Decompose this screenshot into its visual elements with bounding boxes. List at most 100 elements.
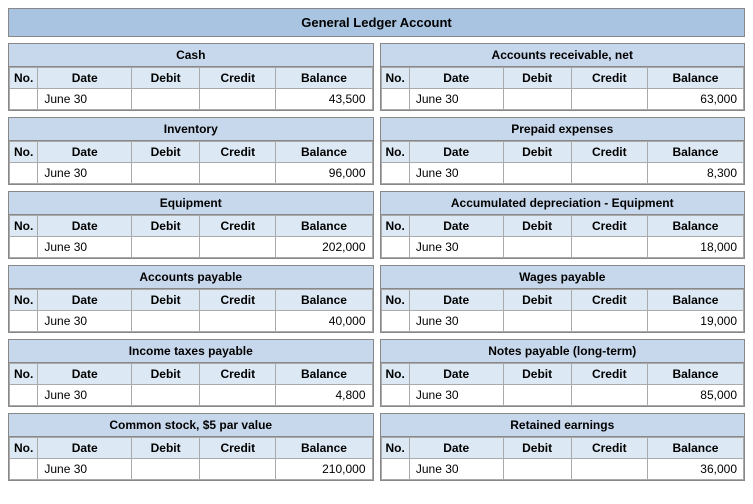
col-header-balance: Balance — [276, 364, 372, 385]
row-balance: 8,300 — [647, 163, 743, 184]
col-header-no: No. — [381, 142, 409, 163]
account-block-accumulated-depreciation: Accumulated depreciation - EquipmentNo.D… — [380, 191, 746, 259]
row-no — [381, 459, 409, 480]
row-credit — [571, 237, 647, 258]
col-header-no: No. — [381, 438, 409, 459]
row-debit — [132, 385, 200, 406]
row-credit — [571, 311, 647, 332]
row-no — [10, 385, 38, 406]
row-credit — [571, 385, 647, 406]
row-date: June 30 — [409, 311, 503, 332]
col-header-date: Date — [409, 364, 503, 385]
col-header-credit: Credit — [571, 290, 647, 311]
row-date: June 30 — [409, 89, 503, 110]
account-block-equipment: EquipmentNo.DateDebitCreditBalanceJune 3… — [8, 191, 374, 259]
account-block-retained-earnings: Retained earningsNo.DateDebitCreditBalan… — [380, 413, 746, 481]
row-debit — [503, 89, 571, 110]
col-header-debit: Debit — [132, 290, 200, 311]
row-date: June 30 — [38, 237, 132, 258]
col-header-debit: Debit — [503, 142, 571, 163]
row-credit — [571, 163, 647, 184]
row-debit — [503, 237, 571, 258]
account-title-prepaid-expenses: Prepaid expenses — [381, 118, 745, 141]
col-header-credit: Credit — [571, 438, 647, 459]
row-credit — [200, 311, 276, 332]
col-header-debit: Debit — [132, 364, 200, 385]
account-title-inventory: Inventory — [9, 118, 373, 141]
row-date: June 30 — [38, 459, 132, 480]
row-balance: 40,000 — [276, 311, 372, 332]
col-header-balance: Balance — [647, 364, 743, 385]
account-block-cash: CashNo.DateDebitCreditBalanceJune 3043,5… — [8, 43, 374, 111]
row-no — [381, 163, 409, 184]
row-date: June 30 — [409, 385, 503, 406]
account-title-accumulated-depreciation: Accumulated depreciation - Equipment — [381, 192, 745, 215]
account-table-inventory: No.DateDebitCreditBalanceJune 3096,000 — [9, 141, 373, 184]
col-header-credit: Credit — [200, 364, 276, 385]
row-balance: 96,000 — [276, 163, 372, 184]
row-balance: 63,000 — [647, 89, 743, 110]
col-header-no: No. — [10, 142, 38, 163]
col-header-debit: Debit — [503, 364, 571, 385]
row-debit — [503, 385, 571, 406]
account-table-equipment: No.DateDebitCreditBalanceJune 30202,000 — [9, 215, 373, 258]
col-header-balance: Balance — [647, 68, 743, 89]
account-title-equipment: Equipment — [9, 192, 373, 215]
row-no — [10, 459, 38, 480]
account-table-accounts-receivable: No.DateDebitCreditBalanceJune 3063,000 — [381, 67, 745, 110]
col-header-debit: Debit — [132, 142, 200, 163]
row-no — [10, 89, 38, 110]
account-table-accumulated-depreciation: No.DateDebitCreditBalanceJune 3018,000 — [381, 215, 745, 258]
col-header-no: No. — [10, 364, 38, 385]
account-block-common-stock: Common stock, $5 par valueNo.DateDebitCr… — [8, 413, 374, 481]
col-header-balance: Balance — [647, 438, 743, 459]
col-header-balance: Balance — [276, 216, 372, 237]
col-header-credit: Credit — [571, 216, 647, 237]
col-header-date: Date — [409, 68, 503, 89]
col-header-debit: Debit — [132, 438, 200, 459]
col-header-debit: Debit — [503, 438, 571, 459]
col-header-balance: Balance — [276, 142, 372, 163]
col-header-debit: Debit — [503, 290, 571, 311]
row-no — [381, 385, 409, 406]
col-header-no: No. — [381, 216, 409, 237]
col-header-date: Date — [38, 364, 132, 385]
row-balance: 210,000 — [276, 459, 372, 480]
col-header-credit: Credit — [571, 364, 647, 385]
col-header-no: No. — [10, 290, 38, 311]
col-header-credit: Credit — [200, 68, 276, 89]
col-header-date: Date — [38, 216, 132, 237]
col-header-no: No. — [381, 290, 409, 311]
row-credit — [200, 237, 276, 258]
row-date: June 30 — [38, 89, 132, 110]
account-block-accounts-payable: Accounts payableNo.DateDebitCreditBalanc… — [8, 265, 374, 333]
account-table-wages-payable: No.DateDebitCreditBalanceJune 3019,000 — [381, 289, 745, 332]
row-no — [381, 89, 409, 110]
row-debit — [503, 311, 571, 332]
account-table-cash: No.DateDebitCreditBalanceJune 3043,500 — [9, 67, 373, 110]
account-block-inventory: InventoryNo.DateDebitCreditBalanceJune 3… — [8, 117, 374, 185]
row-date: June 30 — [409, 237, 503, 258]
row-credit — [571, 89, 647, 110]
row-credit — [571, 459, 647, 480]
account-block-accounts-receivable: Accounts receivable, netNo.DateDebitCred… — [380, 43, 746, 111]
row-balance: 43,500 — [276, 89, 372, 110]
col-header-balance: Balance — [276, 290, 372, 311]
account-table-common-stock: No.DateDebitCreditBalanceJune 30210,000 — [9, 437, 373, 480]
col-header-date: Date — [409, 438, 503, 459]
col-header-balance: Balance — [276, 438, 372, 459]
row-debit — [503, 163, 571, 184]
col-header-no: No. — [10, 438, 38, 459]
account-title-retained-earnings: Retained earnings — [381, 414, 745, 437]
row-debit — [503, 459, 571, 480]
row-credit — [200, 385, 276, 406]
row-date: June 30 — [409, 163, 503, 184]
row-date: June 30 — [38, 311, 132, 332]
col-header-date: Date — [38, 142, 132, 163]
account-title-cash: Cash — [9, 44, 373, 67]
account-table-income-taxes-payable: No.DateDebitCreditBalanceJune 304,800 — [9, 363, 373, 406]
row-balance: 202,000 — [276, 237, 372, 258]
row-no — [381, 237, 409, 258]
account-block-notes-payable: Notes payable (long-term)No.DateDebitCre… — [380, 339, 746, 407]
col-header-date: Date — [409, 216, 503, 237]
